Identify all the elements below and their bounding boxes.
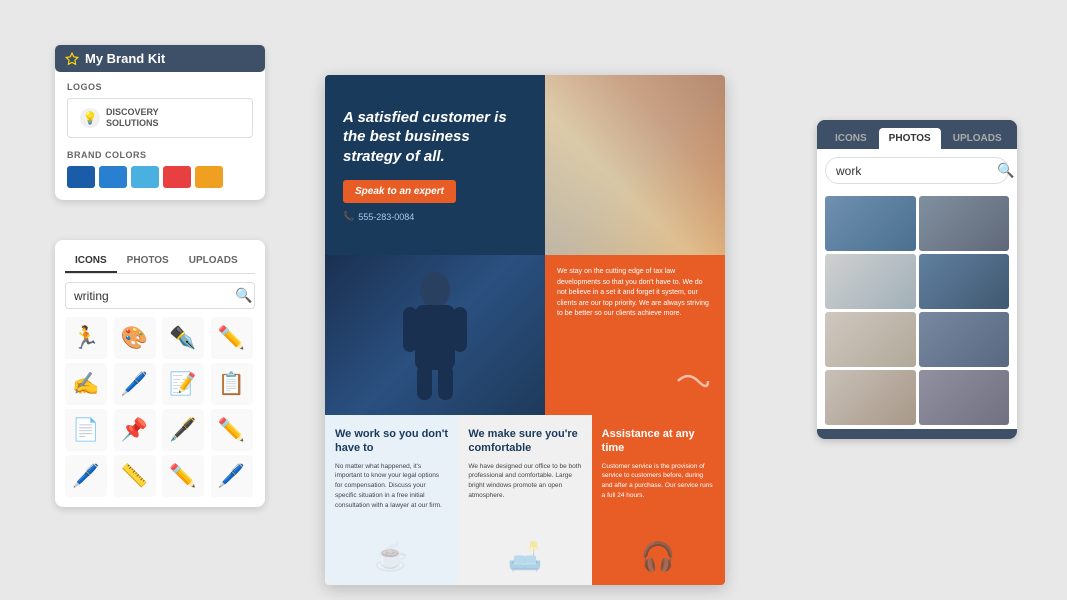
icons-tabs-row: ICONS PHOTOS UPLOADS: [65, 250, 255, 274]
photos-search-icon: 🔍: [997, 162, 1014, 179]
swatch-4[interactable]: [163, 166, 191, 188]
col2-title: We make sure you're comfortable: [468, 427, 581, 456]
photos-grid: [817, 192, 1017, 429]
swatch-2[interactable]: [99, 166, 127, 188]
photo-5-content: [825, 312, 916, 367]
canvas-middle: We stay on the cutting edge of tax law d…: [325, 255, 725, 415]
canvas-bottom: We work so you don't have to No matter w…: [325, 415, 725, 585]
icons-search-bar[interactable]: 🔍: [65, 282, 255, 309]
color-swatches: [67, 166, 253, 188]
icons-search-button[interactable]: 🔍: [235, 287, 252, 304]
canvas-text-right: We stay on the cutting edge of tax law d…: [545, 255, 725, 415]
canvas-right-text: We stay on the cutting edge of tax law d…: [557, 267, 713, 320]
icon-cell-12[interactable]: ✏️: [211, 409, 253, 451]
photos-search-area: 🔍: [817, 149, 1017, 192]
photos-search-input[interactable]: [836, 164, 991, 178]
brand-kit-header: My Brand Kit: [55, 45, 265, 72]
logo-icon: 💡: [80, 108, 100, 128]
canvas-office-image: [325, 255, 545, 415]
canvas-col-1: We work so you don't have to No matter w…: [325, 415, 458, 585]
photos-search-bar[interactable]: 🔍: [825, 157, 1009, 184]
photos-tab-uploads[interactable]: UPLOADS: [943, 128, 1012, 149]
office-person-bg: [325, 255, 545, 415]
icons-grid: 🏃 🎨 ✒️ ✏️ ✍️ 🖊️ 📝 📋 📄 📌 🖋️ ✏️ 🖊️ 📏 ✏️ 🖊️: [65, 317, 255, 497]
canvas-col-3: Assistance at any time Customer service …: [592, 415, 725, 585]
canvas-right-icon: [557, 366, 713, 403]
col1-title: We work so you don't have to: [335, 427, 448, 456]
photo-4-content: [919, 254, 1010, 309]
icons-search-input[interactable]: [74, 289, 229, 303]
swatch-1[interactable]: [67, 166, 95, 188]
logo-name: DISCOVERYSOLUTIONS: [106, 107, 159, 129]
swatch-5[interactable]: [195, 166, 223, 188]
icon-cell-4[interactable]: ✏️: [211, 317, 253, 359]
logo-box: 💡 DISCOVERYSOLUTIONS: [67, 98, 253, 138]
icon-cell-10[interactable]: 📌: [114, 409, 156, 451]
hero-button[interactable]: Speak to an expert: [343, 180, 456, 203]
icon-cell-5[interactable]: ✍️: [65, 363, 107, 405]
icon-cell-15[interactable]: ✏️: [162, 455, 204, 497]
photo-cell-7[interactable]: [825, 370, 916, 425]
phone-icon: 📞: [343, 211, 354, 222]
icon-cell-6[interactable]: 🖊️: [114, 363, 156, 405]
photo-cell-3[interactable]: [825, 254, 916, 309]
photo-cell-6[interactable]: [919, 312, 1010, 367]
canvas-hero-image: [545, 75, 725, 255]
person-silhouette: [395, 265, 475, 405]
tab-uploads[interactable]: UPLOADS: [179, 250, 248, 273]
col1-icon: ☕: [335, 540, 448, 573]
icon-cell-2[interactable]: 🎨: [114, 317, 156, 359]
photos-tab-photos[interactable]: PHOTOS: [879, 128, 941, 149]
photos-panel: ICONS PHOTOS UPLOADS 🔍: [817, 120, 1017, 439]
photo-cell-5[interactable]: [825, 312, 916, 367]
icon-cell-9[interactable]: 📄: [65, 409, 107, 451]
icon-cell-1[interactable]: 🏃: [65, 317, 107, 359]
icon-cell-11[interactable]: 🖋️: [162, 409, 204, 451]
brand-colors-label: BRAND COLORS: [67, 150, 253, 160]
hero-phone: 📞 555-283-0084: [343, 211, 527, 222]
icon-cell-14[interactable]: 📏: [114, 455, 156, 497]
photo-2-content: [919, 196, 1010, 251]
col1-text: No matter what happened, it's important …: [335, 462, 448, 534]
photo-1-content: [825, 196, 916, 251]
icon-cell-16[interactable]: 🖊️: [211, 455, 253, 497]
photos-tab-icons[interactable]: ICONS: [825, 128, 877, 149]
icons-panel: ICONS PHOTOS UPLOADS 🔍 🏃 🎨 ✒️ ✏️ ✍️ 🖊️ 📝…: [55, 240, 265, 507]
photo-cell-1[interactable]: [825, 196, 916, 251]
photos-tabs-row: ICONS PHOTOS UPLOADS: [817, 120, 1017, 149]
photo-cell-4[interactable]: [919, 254, 1010, 309]
photo-8-content: [919, 370, 1010, 425]
col2-text: We have designed our office to be both p…: [468, 462, 581, 534]
canvas-hero: A satisfied customer is the best busines…: [325, 75, 545, 255]
icon-cell-7[interactable]: 📝: [162, 363, 204, 405]
hero-quote: A satisfied customer is the best busines…: [343, 108, 527, 167]
photo-6-content: [919, 312, 1010, 367]
col2-icon: 🛋️: [468, 540, 581, 573]
logos-label: LOGOS: [67, 82, 253, 92]
swatch-3[interactable]: [131, 166, 159, 188]
photo-cell-2[interactable]: [919, 196, 1010, 251]
photo-7-content: [825, 370, 916, 425]
main-canvas: A satisfied customer is the best busines…: [325, 75, 725, 585]
canvas-top: A satisfied customer is the best busines…: [325, 75, 725, 255]
brand-kit-panel: My Brand Kit LOGOS 💡 DISCOVERYSOLUTIONS …: [55, 45, 265, 200]
tab-icons[interactable]: ICONS: [65, 250, 117, 273]
icon-cell-8[interactable]: 📋: [211, 363, 253, 405]
col3-title: Assistance at any time: [602, 427, 715, 456]
icon-cell-3[interactable]: ✒️: [162, 317, 204, 359]
icon-cell-13[interactable]: 🖊️: [65, 455, 107, 497]
brand-kit-title: My Brand Kit: [85, 51, 165, 66]
photo-3-content: [825, 254, 916, 309]
col3-icon: 🎧: [602, 540, 715, 573]
photo-cell-8[interactable]: [919, 370, 1010, 425]
col3-text: Customer service is the provision of ser…: [602, 462, 715, 534]
staircase-decoration: [545, 75, 725, 255]
star-icon: [65, 52, 79, 66]
canvas-col-2: We make sure you're comfortable We have …: [458, 415, 591, 585]
tab-photos[interactable]: PHOTOS: [117, 250, 179, 273]
